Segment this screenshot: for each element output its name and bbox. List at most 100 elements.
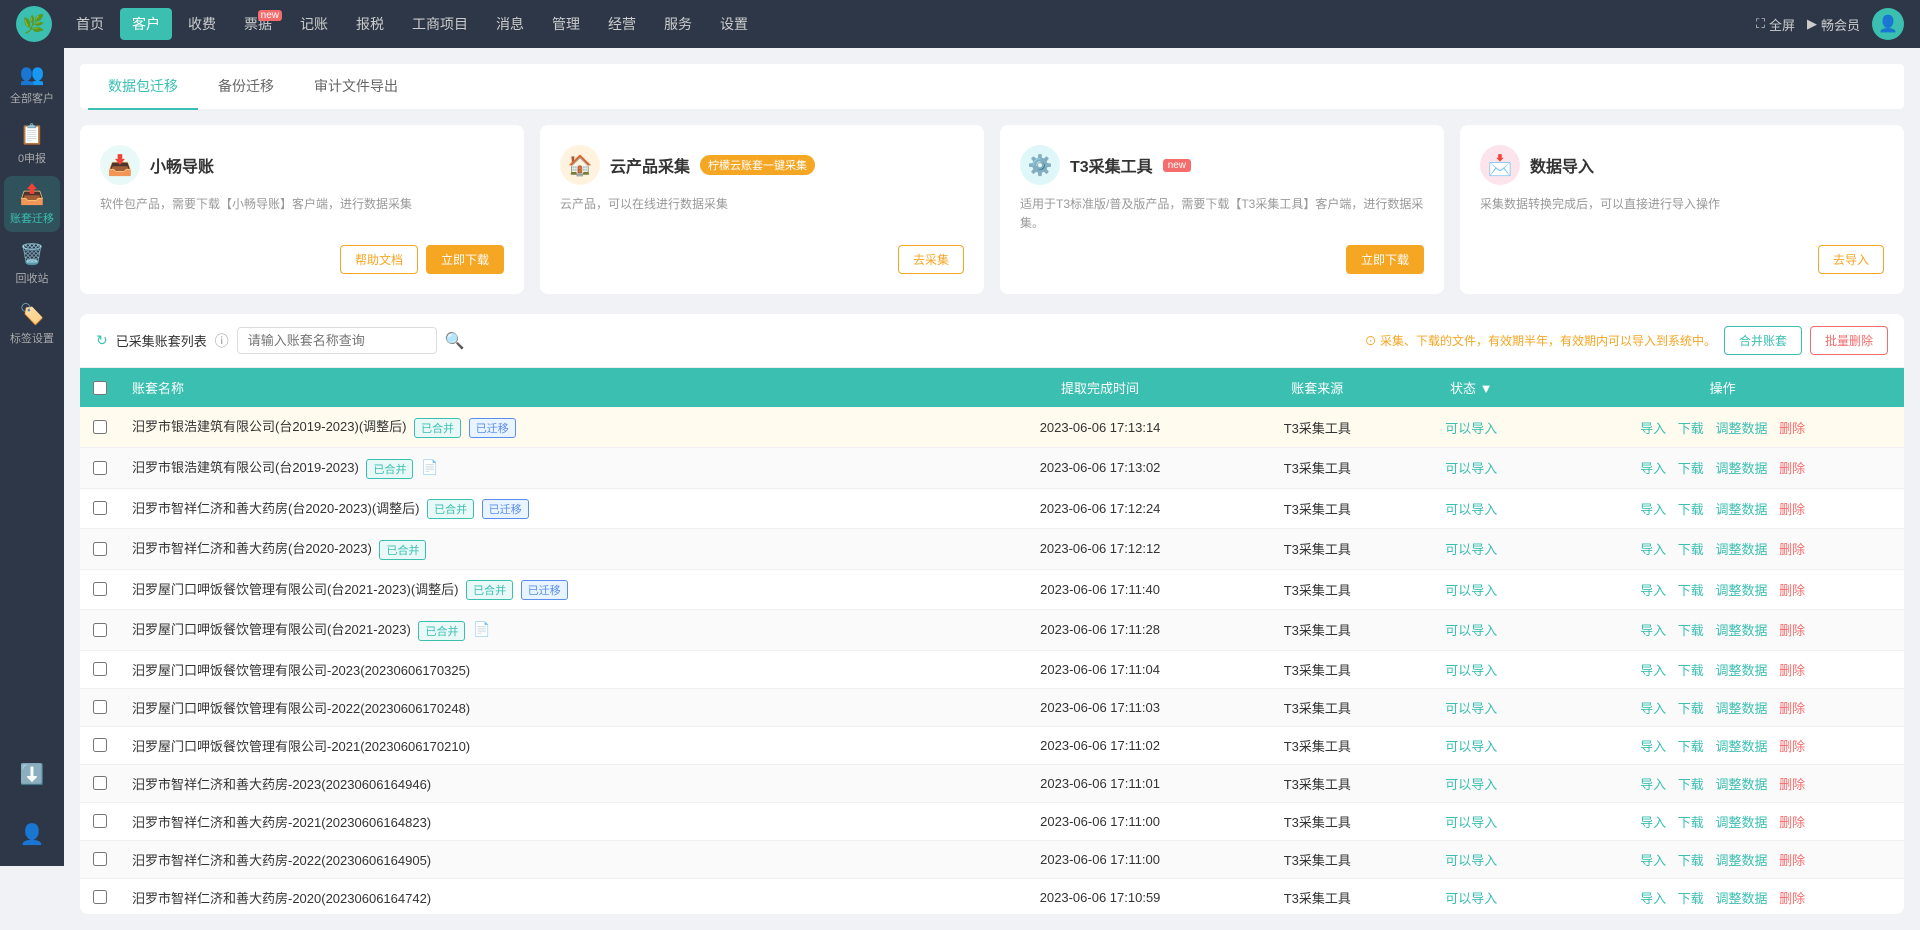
row-checkbox[interactable] xyxy=(93,776,107,790)
member-button[interactable]: ▶ 畅会员 xyxy=(1807,15,1860,34)
btn-delete[interactable]: 删除 xyxy=(1775,458,1809,477)
nav-billing[interactable]: 收费 xyxy=(176,8,228,40)
nav-invoice[interactable]: 票据 new xyxy=(232,8,284,40)
btn-delete[interactable]: 删除 xyxy=(1775,660,1809,679)
nav-manage[interactable]: 管理 xyxy=(540,8,592,40)
tab-backup-migration[interactable]: 备份迁移 xyxy=(198,64,294,110)
nav-home[interactable]: 首页 xyxy=(64,8,116,40)
btn-import[interactable]: 导入 xyxy=(1636,418,1670,437)
btn-import[interactable]: 导入 xyxy=(1636,458,1670,477)
row-checkbox[interactable] xyxy=(93,582,107,596)
btn-download-now-small[interactable]: 立即下载 xyxy=(426,245,504,274)
btn-import[interactable]: 导入 xyxy=(1636,812,1670,831)
row-checkbox[interactable] xyxy=(93,420,107,434)
btn-import[interactable]: 导入 xyxy=(1636,660,1670,679)
btn-delete[interactable]: 删除 xyxy=(1775,736,1809,755)
btn-adjust[interactable]: 调整数据 xyxy=(1711,580,1771,599)
btn-import[interactable]: 导入 xyxy=(1636,499,1670,518)
search-input[interactable] xyxy=(237,327,437,354)
nav-operation[interactable]: 经营 xyxy=(596,8,648,40)
row-checkbox[interactable] xyxy=(93,700,107,714)
btn-batch-delete[interactable]: 批量删除 xyxy=(1810,326,1888,355)
btn-download[interactable]: 下载 xyxy=(1674,888,1708,907)
btn-import[interactable]: 导入 xyxy=(1636,580,1670,599)
th-status[interactable]: 状态 ▼ xyxy=(1401,368,1541,407)
btn-adjust[interactable]: 调整数据 xyxy=(1711,539,1771,558)
fullscreen-button[interactable]: ⛶ 全屏 xyxy=(1756,15,1795,34)
btn-delete[interactable]: 删除 xyxy=(1775,698,1809,717)
row-checkbox[interactable] xyxy=(93,542,107,556)
btn-download[interactable]: 下载 xyxy=(1674,418,1708,437)
tab-audit-export[interactable]: 审计文件导出 xyxy=(294,64,418,110)
btn-adjust[interactable]: 调整数据 xyxy=(1711,736,1771,755)
row-checkbox[interactable] xyxy=(93,461,107,475)
btn-adjust[interactable]: 调整数据 xyxy=(1711,620,1771,639)
th-account-name[interactable]: 账套名称 xyxy=(120,368,967,407)
btn-delete[interactable]: 删除 xyxy=(1775,812,1809,831)
btn-delete[interactable]: 删除 xyxy=(1775,539,1809,558)
search-button[interactable]: 🔍 xyxy=(445,331,465,351)
btn-download[interactable]: 下载 xyxy=(1674,458,1708,477)
nav-message[interactable]: 消息 xyxy=(484,8,536,40)
row-checkbox[interactable] xyxy=(93,501,107,515)
btn-adjust[interactable]: 调整数据 xyxy=(1711,458,1771,477)
sidebar-item-download[interactable]: ⬇️ xyxy=(4,746,60,802)
btn-adjust[interactable]: 调整数据 xyxy=(1711,698,1771,717)
sidebar-item-all-clients[interactable]: 👥 全部客户 xyxy=(4,56,60,112)
avatar[interactable]: 👤 xyxy=(1872,8,1904,40)
row-checkbox[interactable] xyxy=(93,738,107,752)
btn-delete[interactable]: 删除 xyxy=(1775,418,1809,437)
nav-tax[interactable]: 报税 xyxy=(344,8,396,40)
nav-customer[interactable]: 客户 xyxy=(120,8,172,40)
btn-delete[interactable]: 删除 xyxy=(1775,580,1809,599)
row-checkbox[interactable] xyxy=(93,852,107,866)
sidebar-item-recycle-bin[interactable]: 🗑️ 回收站 xyxy=(4,236,60,292)
tab-data-migration[interactable]: 数据包迁移 xyxy=(88,64,198,110)
btn-download[interactable]: 下载 xyxy=(1674,620,1708,639)
btn-delete[interactable]: 删除 xyxy=(1775,620,1809,639)
btn-download[interactable]: 下载 xyxy=(1674,660,1708,679)
btn-download-now-t3[interactable]: 立即下载 xyxy=(1346,245,1424,274)
refresh-icon[interactable]: ↻ xyxy=(96,332,108,349)
nav-business[interactable]: 工商项目 xyxy=(400,8,480,40)
btn-adjust[interactable]: 调整数据 xyxy=(1711,888,1771,907)
btn-adjust[interactable]: 调整数据 xyxy=(1711,660,1771,679)
btn-delete[interactable]: 删除 xyxy=(1775,499,1809,518)
btn-adjust[interactable]: 调整数据 xyxy=(1711,499,1771,518)
btn-adjust[interactable]: 调整数据 xyxy=(1711,774,1771,793)
nav-settings[interactable]: 设置 xyxy=(708,8,760,40)
nav-bookkeeping[interactable]: 记账 xyxy=(288,8,340,40)
btn-merge-accounts[interactable]: 合并账套 xyxy=(1724,326,1802,355)
sidebar-item-account-migration[interactable]: 📤 账套迁移 xyxy=(4,176,60,232)
th-source[interactable]: 账套来源 xyxy=(1233,368,1401,407)
sidebar-item-zero-report[interactable]: 📋 0申报 xyxy=(4,116,60,172)
btn-import[interactable]: 导入 xyxy=(1636,774,1670,793)
th-time[interactable]: 提取完成时间 xyxy=(967,368,1234,407)
btn-import[interactable]: 导入 xyxy=(1636,620,1670,639)
btn-help-doc[interactable]: 帮助文档 xyxy=(340,245,418,274)
btn-adjust[interactable]: 调整数据 xyxy=(1711,812,1771,831)
btn-go-import[interactable]: 去导入 xyxy=(1818,245,1884,274)
sidebar-item-user-profile[interactable]: 👤 xyxy=(4,806,60,862)
btn-delete[interactable]: 删除 xyxy=(1775,774,1809,793)
nav-service[interactable]: 服务 xyxy=(652,8,704,40)
btn-delete[interactable]: 删除 xyxy=(1775,888,1809,907)
row-checkbox[interactable] xyxy=(93,662,107,676)
btn-download[interactable]: 下载 xyxy=(1674,774,1708,793)
row-checkbox[interactable] xyxy=(93,623,107,637)
help-icon[interactable]: ⓘ xyxy=(215,331,229,351)
btn-import[interactable]: 导入 xyxy=(1636,698,1670,717)
btn-go-collect[interactable]: 去采集 xyxy=(898,245,964,274)
btn-import[interactable]: 导入 xyxy=(1636,736,1670,755)
btn-download[interactable]: 下载 xyxy=(1674,580,1708,599)
btn-download[interactable]: 下载 xyxy=(1674,499,1708,518)
btn-download[interactable]: 下载 xyxy=(1674,539,1708,558)
btn-adjust[interactable]: 调整数据 xyxy=(1711,418,1771,437)
btn-download[interactable]: 下载 xyxy=(1674,698,1708,717)
row-checkbox[interactable] xyxy=(93,814,107,828)
row-checkbox[interactable] xyxy=(93,890,107,904)
select-all-checkbox[interactable] xyxy=(93,381,107,395)
btn-download[interactable]: 下载 xyxy=(1674,736,1708,755)
btn-download[interactable]: 下载 xyxy=(1674,812,1708,831)
btn-import[interactable]: 导入 xyxy=(1636,888,1670,907)
